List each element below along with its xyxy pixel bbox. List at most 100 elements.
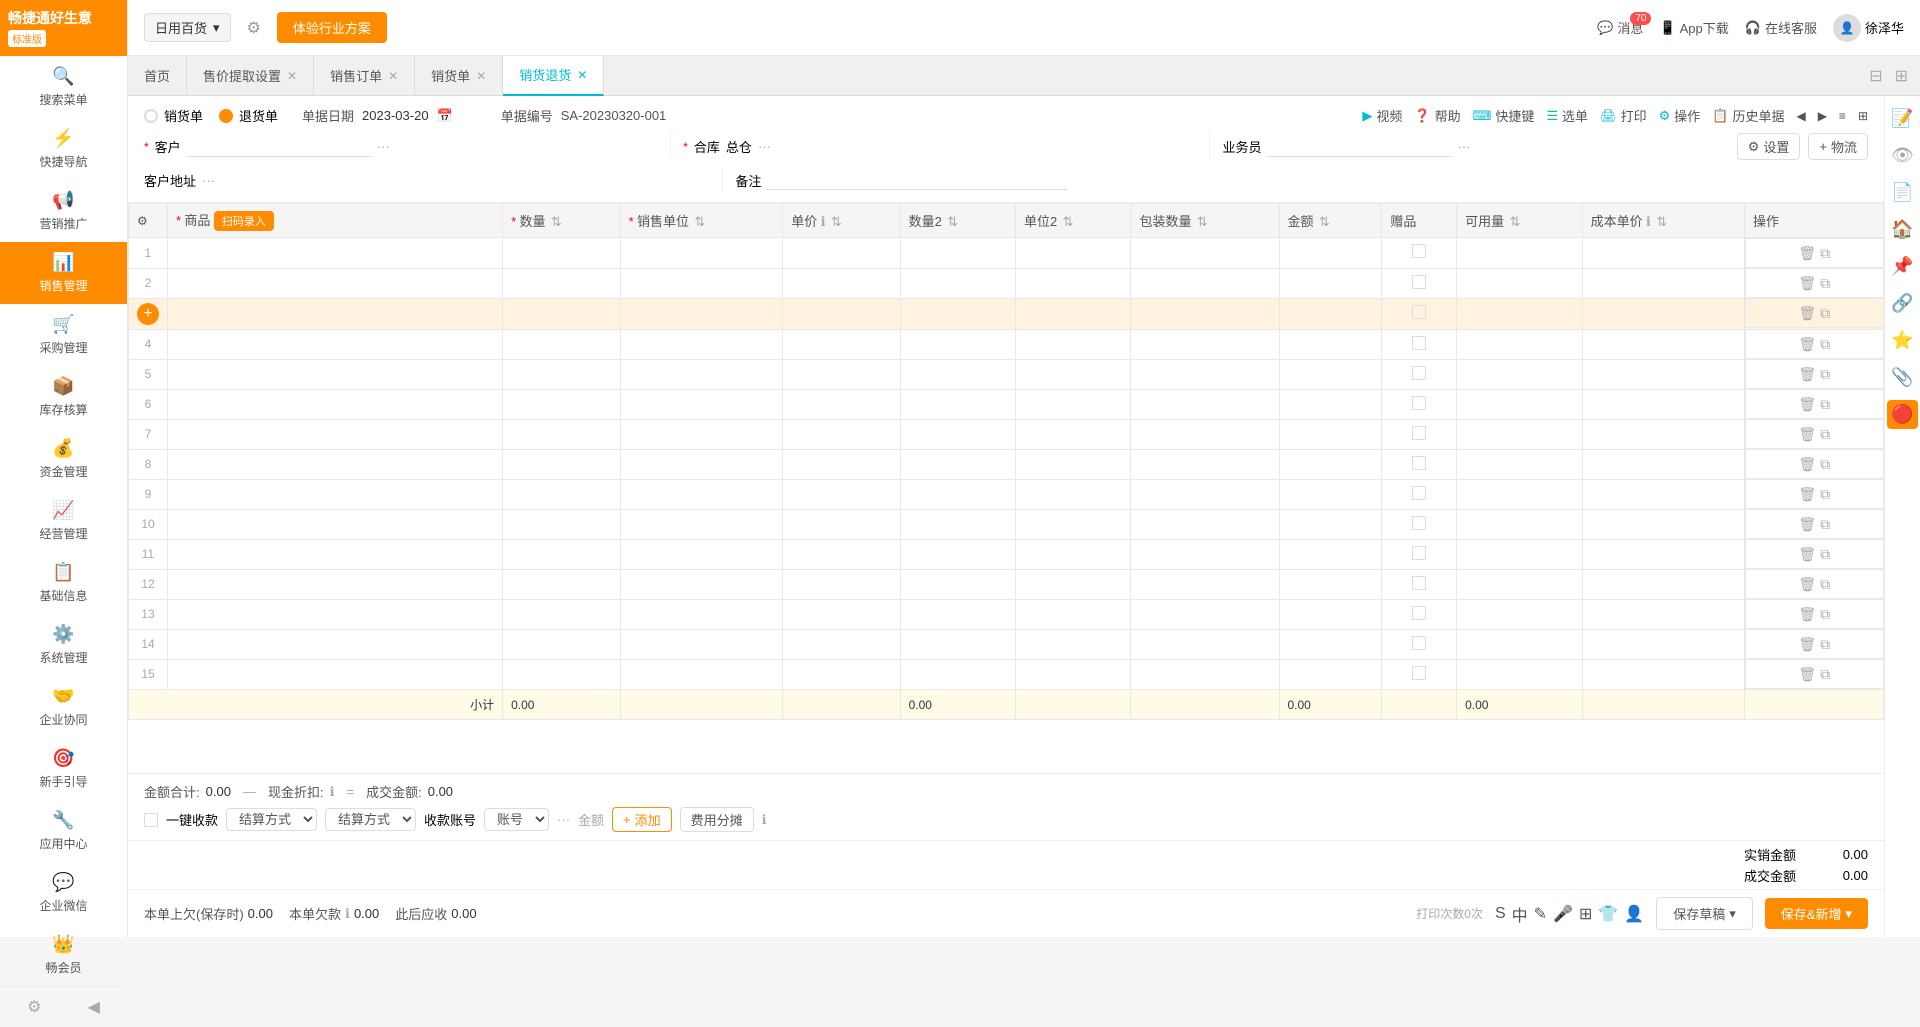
row-pkg-cell[interactable] bbox=[1131, 359, 1279, 389]
row-unit2-cell[interactable] bbox=[1016, 238, 1131, 269]
row-price-cell[interactable] bbox=[783, 329, 900, 359]
no-value[interactable]: SA-20230320-001 bbox=[561, 108, 667, 123]
row-qty-cell[interactable] bbox=[503, 238, 621, 269]
row-unit-cell[interactable] bbox=[620, 298, 783, 329]
tab-maximize-btn[interactable]: ⊞ bbox=[1891, 62, 1912, 90]
row-amount-cell[interactable] bbox=[1279, 479, 1382, 509]
row-amount-cell[interactable] bbox=[1279, 268, 1382, 298]
row-unit-cell[interactable] bbox=[620, 479, 783, 509]
tab-sale-price-close[interactable]: ✕ bbox=[287, 69, 297, 83]
toolbar-grid-view[interactable]: ⊞ bbox=[1858, 109, 1868, 123]
gift-checkbox[interactable] bbox=[1412, 636, 1426, 650]
row-unit-cell[interactable] bbox=[620, 419, 783, 449]
toolbar-nav-next[interactable]: ▶ bbox=[1818, 109, 1827, 123]
row-avail-cell[interactable] bbox=[1457, 389, 1582, 419]
row-amount-cell[interactable] bbox=[1279, 298, 1382, 329]
row-unit2-cell[interactable] bbox=[1016, 359, 1131, 389]
row-unit-cell[interactable] bbox=[620, 599, 783, 629]
row-unit2-cell[interactable] bbox=[1016, 419, 1131, 449]
toolbar-nav-prev[interactable]: ◀ bbox=[1796, 109, 1805, 123]
sidebar-item-app-center[interactable]: 🔧 应用中心 bbox=[0, 800, 127, 862]
row-pkg-cell[interactable] bbox=[1131, 479, 1279, 509]
row-cost-cell[interactable] bbox=[1582, 509, 1744, 539]
toolbar-history[interactable]: 📋 历史单据 bbox=[1712, 106, 1784, 125]
row-avail-cell[interactable] bbox=[1457, 569, 1582, 599]
copy-row-btn[interactable]: ⧉ bbox=[1820, 456, 1830, 473]
delete-row-btn[interactable]: 🗑 bbox=[1798, 275, 1816, 292]
delete-row-btn[interactable]: 🗑 bbox=[1798, 486, 1816, 503]
right-sidebar-item-4[interactable]: 🏠 bbox=[1887, 215, 1917, 244]
sidebar-item-purchase[interactable]: 🛒 采购管理 bbox=[0, 304, 127, 366]
row-product-cell[interactable] bbox=[168, 329, 503, 359]
row-price-cell[interactable] bbox=[783, 419, 900, 449]
row-avail-cell[interactable] bbox=[1457, 599, 1582, 629]
row-avail-cell[interactable] bbox=[1457, 659, 1582, 690]
row-cost-cell[interactable] bbox=[1582, 419, 1744, 449]
toolbar-help[interactable]: ❓ 帮助 bbox=[1414, 106, 1460, 125]
row-price-cell[interactable] bbox=[783, 569, 900, 599]
row-cost-cell[interactable] bbox=[1582, 329, 1744, 359]
row-gift-cell[interactable] bbox=[1382, 479, 1457, 509]
row-price-cell[interactable] bbox=[783, 629, 900, 659]
row-unit2-cell[interactable] bbox=[1016, 659, 1131, 690]
bottom-icon7[interactable]: 👤 bbox=[1624, 904, 1644, 924]
row-unit-cell[interactable] bbox=[620, 629, 783, 659]
row-product-cell[interactable] bbox=[168, 449, 503, 479]
right-sidebar-item-3[interactable]: 📄 bbox=[1887, 178, 1917, 207]
row-gift-cell[interactable] bbox=[1382, 389, 1457, 419]
logistics-btn[interactable]: + 物流 bbox=[1808, 133, 1868, 160]
row-qty2-cell[interactable] bbox=[900, 629, 1015, 659]
row-qty-cell[interactable] bbox=[503, 449, 621, 479]
row-unit2-cell[interactable] bbox=[1016, 569, 1131, 599]
row-cost-cell[interactable] bbox=[1582, 389, 1744, 419]
row-avail-cell[interactable] bbox=[1457, 419, 1582, 449]
amount-sort-icon[interactable]: ⇅ bbox=[1319, 214, 1330, 229]
gift-checkbox[interactable] bbox=[1412, 336, 1426, 350]
remark-input[interactable] bbox=[767, 170, 1067, 190]
right-sidebar-item-2[interactable]: 👁 bbox=[1887, 141, 1918, 170]
row-qty-cell[interactable] bbox=[503, 629, 621, 659]
delete-row-btn[interactable]: 🗑 bbox=[1798, 245, 1816, 262]
row-amount-cell[interactable] bbox=[1279, 419, 1382, 449]
row-amount-cell[interactable] bbox=[1279, 449, 1382, 479]
account-select[interactable]: 账号 bbox=[484, 808, 549, 831]
row-unit2-cell[interactable] bbox=[1016, 329, 1131, 359]
row-price-cell[interactable] bbox=[783, 599, 900, 629]
gift-checkbox[interactable] bbox=[1412, 666, 1426, 680]
row-avail-cell[interactable] bbox=[1457, 479, 1582, 509]
warehouse-dots-btn[interactable]: ··· bbox=[758, 139, 771, 154]
row-avail-cell[interactable] bbox=[1457, 629, 1582, 659]
settings-btn[interactable]: ⚙ 设置 bbox=[1737, 133, 1801, 160]
tab-sale-order[interactable]: 销售订单 ✕ bbox=[314, 56, 415, 96]
bottom-icon1[interactable]: S bbox=[1495, 905, 1506, 923]
row-avail-cell[interactable] bbox=[1457, 539, 1582, 569]
row-avail-cell[interactable] bbox=[1457, 449, 1582, 479]
row-pkg-cell[interactable] bbox=[1131, 449, 1279, 479]
row-unit-cell[interactable] bbox=[620, 659, 783, 690]
cost-info-icon[interactable]: ℹ bbox=[1646, 214, 1651, 229]
row-price-cell[interactable] bbox=[783, 268, 900, 298]
row-qty2-cell[interactable] bbox=[900, 359, 1015, 389]
row-gift-cell[interactable] bbox=[1382, 539, 1457, 569]
topbar-gear-icon[interactable]: ⚙ bbox=[243, 14, 265, 42]
row-avail-cell[interactable] bbox=[1457, 329, 1582, 359]
row-price-cell[interactable] bbox=[783, 509, 900, 539]
qty2-sort-icon[interactable]: ⇅ bbox=[947, 214, 958, 229]
industry-selector[interactable]: 日用百货 ▾ bbox=[144, 13, 231, 42]
row-gift-cell[interactable] bbox=[1382, 449, 1457, 479]
cost-sort-icon[interactable]: ⇅ bbox=[1656, 214, 1667, 229]
sidebar-item-guide[interactable]: 🎯 新手引导 bbox=[0, 738, 127, 800]
sidebar-item-basic-info[interactable]: 📋 基础信息 bbox=[0, 552, 127, 614]
delete-row-btn[interactable]: 🗑 bbox=[1798, 366, 1816, 383]
row-avail-cell[interactable] bbox=[1457, 298, 1582, 329]
gift-checkbox[interactable] bbox=[1412, 546, 1426, 560]
tab-sale-price[interactable]: 售价提取设置 ✕ bbox=[187, 56, 314, 96]
toolbar-operate[interactable]: ⚙ 操作 bbox=[1659, 106, 1701, 125]
bottom-icon4[interactable]: 🎤 bbox=[1553, 904, 1573, 924]
row-price-cell[interactable] bbox=[783, 298, 900, 329]
copy-row-btn[interactable]: ⧉ bbox=[1820, 606, 1830, 623]
delete-row-btn[interactable]: 🗑 bbox=[1798, 305, 1816, 322]
row-gift-cell[interactable] bbox=[1382, 509, 1457, 539]
date-value[interactable]: 2023-03-20 bbox=[362, 108, 429, 123]
address-dots-btn[interactable]: ··· bbox=[202, 173, 215, 188]
